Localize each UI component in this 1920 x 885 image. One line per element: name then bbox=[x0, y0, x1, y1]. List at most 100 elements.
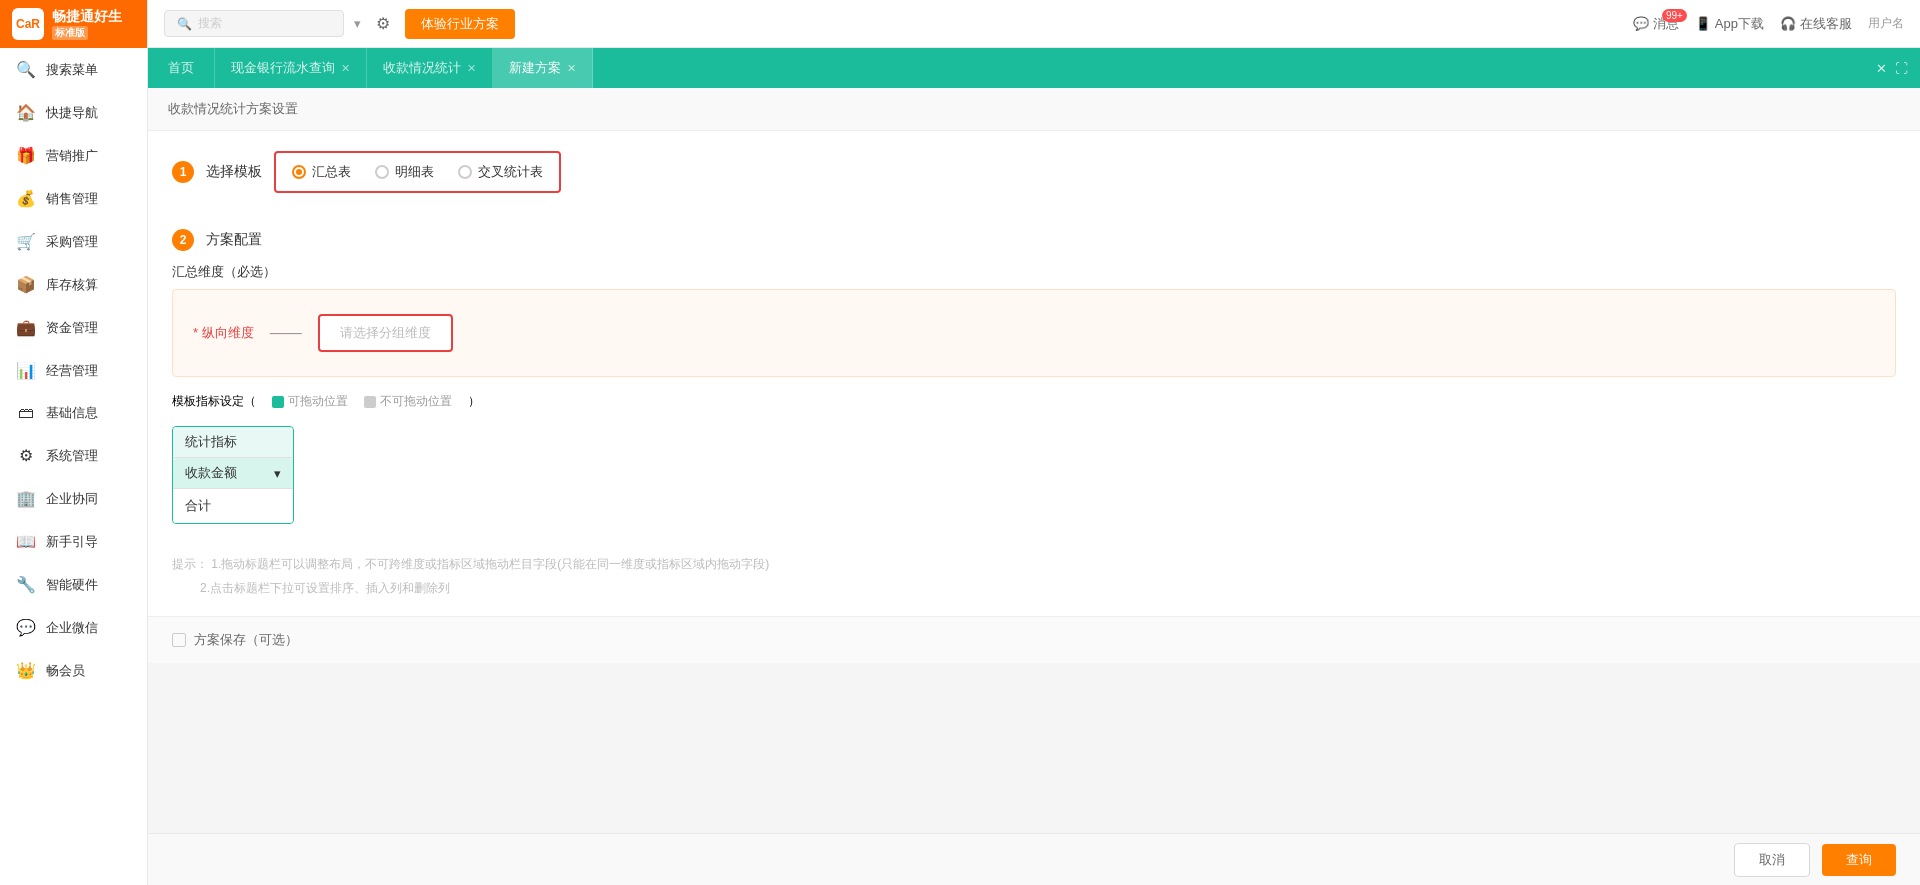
corp-icon: 🏢 bbox=[16, 489, 36, 508]
hint2-text: 2.点击标题栏下拉可设置排序、插入列和删除列 bbox=[200, 581, 450, 595]
metrics-label: 模板指标设定（ bbox=[172, 393, 256, 410]
radio-detail-dot bbox=[375, 165, 389, 179]
sidebar-item-corp[interactable]: 🏢 企业协同 bbox=[0, 477, 147, 520]
radio-summary-label: 汇总表 bbox=[312, 163, 351, 181]
drag-dot bbox=[272, 396, 284, 408]
nodrag-toggle: 不可拖动位置 bbox=[364, 393, 452, 410]
page-title: 收款情况统计方案设置 bbox=[148, 88, 1920, 131]
step1-num: 1 bbox=[172, 161, 194, 183]
metrics-close-paren: ） bbox=[468, 393, 480, 410]
topbar-right: 💬 消息 99+ 📱 App下载 🎧 在线客服 用户名 bbox=[1633, 15, 1904, 33]
sidebar-item-label: 基础信息 bbox=[46, 404, 98, 422]
radio-cross-dot bbox=[458, 165, 472, 179]
search-placeholder: 搜索 bbox=[198, 15, 222, 32]
main-area: 🔍 搜索 ▾ ⚙ 体验行业方案 💬 消息 99+ 📱 App下载 🎧 在线客服 … bbox=[148, 0, 1920, 885]
metrics-section: 模板指标设定（ 可拖动位置 不可拖动位置 ） bbox=[172, 393, 1896, 524]
dimension-title: 汇总维度（必选） bbox=[172, 263, 1896, 281]
system-icon: ⚙ bbox=[16, 446, 36, 465]
sidebar-item-purchase[interactable]: 🛒 采购管理 bbox=[0, 220, 147, 263]
tab-receipt-stats[interactable]: 收款情况统计 ✕ bbox=[367, 48, 493, 88]
step1-label: 选择模板 bbox=[206, 163, 262, 181]
step1-section: 1 选择模板 汇总表 明细表 交叉统计表 bbox=[148, 131, 1920, 229]
sidebar-item-member[interactable]: 👑 畅会员 bbox=[0, 649, 147, 692]
search-icon: 🔍 bbox=[177, 17, 192, 31]
window-close-icon[interactable]: ✕ bbox=[1876, 61, 1887, 76]
sidebar-item-weixin[interactable]: 💬 企业微信 bbox=[0, 606, 147, 649]
home-icon: 🏠 bbox=[16, 103, 36, 122]
step1-header: 1 选择模板 汇总表 明细表 交叉统计表 bbox=[172, 151, 1896, 193]
tabbar: 首页 现金银行流水查询 ✕ 收款情况统计 ✕ 新建方案 ✕ ✕ ⛶ bbox=[148, 48, 1920, 88]
sidebar-item-quick-nav[interactable]: 🏠 快捷导航 bbox=[0, 91, 147, 134]
hint2: 2.点击标题栏下拉可设置排序、插入列和删除列 bbox=[172, 576, 1896, 600]
sidebar-item-basic[interactable]: 🗃 基础信息 bbox=[0, 392, 147, 434]
stats-header[interactable]: 统计指标 bbox=[173, 427, 293, 458]
col-header-label: 收款金额 bbox=[185, 464, 237, 482]
sidebar-item-sales[interactable]: 💰 销售管理 bbox=[0, 177, 147, 220]
sidebar-item-label: 新手引导 bbox=[46, 533, 98, 551]
tab-new-plan-label: 新建方案 bbox=[509, 59, 561, 77]
logo-icon: CaR bbox=[12, 8, 44, 40]
tab-bank-flow-close-icon[interactable]: ✕ bbox=[341, 62, 350, 75]
sidebar-item-label: 企业微信 bbox=[46, 619, 98, 637]
sidebar-item-search-menu[interactable]: 🔍 搜索菜单 bbox=[0, 48, 147, 91]
sidebar-item-operation[interactable]: 📊 经营管理 bbox=[0, 349, 147, 392]
radio-cross[interactable]: 交叉统计表 bbox=[458, 163, 543, 181]
dropdown-arrow-icon[interactable]: ▾ bbox=[354, 16, 361, 31]
step2-header: 2 方案配置 bbox=[172, 229, 1896, 251]
sidebar-item-system[interactable]: ⚙ 系统管理 bbox=[0, 434, 147, 477]
inventory-icon: 📦 bbox=[16, 275, 36, 294]
member-icon: 👑 bbox=[16, 661, 36, 680]
sidebar-item-hardware[interactable]: 🔧 智能硬件 bbox=[0, 563, 147, 606]
trial-btn[interactable]: 体验行业方案 bbox=[405, 9, 515, 39]
app-download-btn[interactable]: 📱 App下载 bbox=[1695, 15, 1764, 33]
tab-home[interactable]: 首页 bbox=[148, 48, 215, 88]
sales-icon: 💰 bbox=[16, 189, 36, 208]
radio-summary-dot bbox=[292, 165, 306, 179]
template-radio-group: 汇总表 明细表 交叉统计表 bbox=[274, 151, 561, 193]
stats-col-header[interactable]: 收款金额 ▾ bbox=[173, 458, 293, 489]
message-icon: 💬 bbox=[1633, 16, 1649, 31]
save-label: 方案保存（可选） bbox=[194, 631, 298, 649]
dimension-arrow-icon: —— bbox=[270, 324, 302, 342]
footer: 取消 查询 bbox=[148, 833, 1920, 885]
query-button[interactable]: 查询 bbox=[1822, 844, 1896, 876]
tab-new-plan-close-icon[interactable]: ✕ bbox=[567, 62, 576, 75]
radio-detail[interactable]: 明细表 bbox=[375, 163, 434, 181]
guide-icon: 📖 bbox=[16, 532, 36, 551]
dimension-area: * 纵向维度 —— 请选择分组维度 bbox=[172, 289, 1896, 377]
online-service-btn[interactable]: 🎧 在线客服 bbox=[1780, 15, 1852, 33]
sidebar-item-finance[interactable]: 💼 资金管理 bbox=[0, 306, 147, 349]
hardware-icon: 🔧 bbox=[16, 575, 36, 594]
nodrag-dot bbox=[364, 396, 376, 408]
radio-summary[interactable]: 汇总表 bbox=[292, 163, 351, 181]
sidebar-item-inventory[interactable]: 📦 库存核算 bbox=[0, 263, 147, 306]
search-box[interactable]: 🔍 搜索 bbox=[164, 10, 344, 37]
tab-bank-flow[interactable]: 现金银行流水查询 ✕ bbox=[215, 48, 367, 88]
content-inner: 收款情况统计方案设置 1 选择模板 汇总表 明细表 bbox=[148, 88, 1920, 663]
gear-button[interactable]: ⚙ bbox=[369, 10, 397, 38]
stats-col-label: 统计指标 bbox=[185, 433, 237, 451]
save-checkbox[interactable] bbox=[172, 633, 186, 647]
tab-receipt-stats-close-icon[interactable]: ✕ bbox=[467, 62, 476, 75]
message-btn[interactable]: 💬 消息 99+ bbox=[1633, 15, 1679, 33]
step2-num: 2 bbox=[172, 229, 194, 251]
sidebar-item-label: 智能硬件 bbox=[46, 576, 98, 594]
hints-section: 提示： 1.拖动标题栏可以调整布局，不可跨维度或指标区域拖动栏目字段(只能在同一… bbox=[148, 544, 1920, 616]
logo-text: 畅捷通好生 标准版 bbox=[52, 8, 122, 41]
sidebar-item-label: 资金管理 bbox=[46, 319, 98, 337]
stats-total-cell: 合计 bbox=[173, 489, 293, 523]
sidebar-item-marketing[interactable]: 🎁 营销推广 bbox=[0, 134, 147, 177]
logo-tag: 标准版 bbox=[52, 26, 88, 40]
weixin-icon: 💬 bbox=[16, 618, 36, 637]
window-maximize-icon[interactable]: ⛶ bbox=[1895, 61, 1908, 76]
sidebar-item-label: 采购管理 bbox=[46, 233, 98, 251]
step2-section: 2 方案配置 汇总维度（必选） * 纵向维度 —— 请选择分组维度 模板指标设定… bbox=[148, 229, 1920, 544]
tab-new-plan[interactable]: 新建方案 ✕ bbox=[493, 48, 593, 88]
sidebar-item-label: 营销推广 bbox=[46, 147, 98, 165]
service-icon: 🎧 bbox=[1780, 16, 1796, 31]
finance-icon: 💼 bbox=[16, 318, 36, 337]
stats-body: 收款金额 ▾ 合计 bbox=[173, 458, 293, 523]
dimension-selector[interactable]: 请选择分组维度 bbox=[318, 314, 453, 352]
sidebar-item-guide[interactable]: 📖 新手引导 bbox=[0, 520, 147, 563]
cancel-button[interactable]: 取消 bbox=[1734, 843, 1810, 877]
